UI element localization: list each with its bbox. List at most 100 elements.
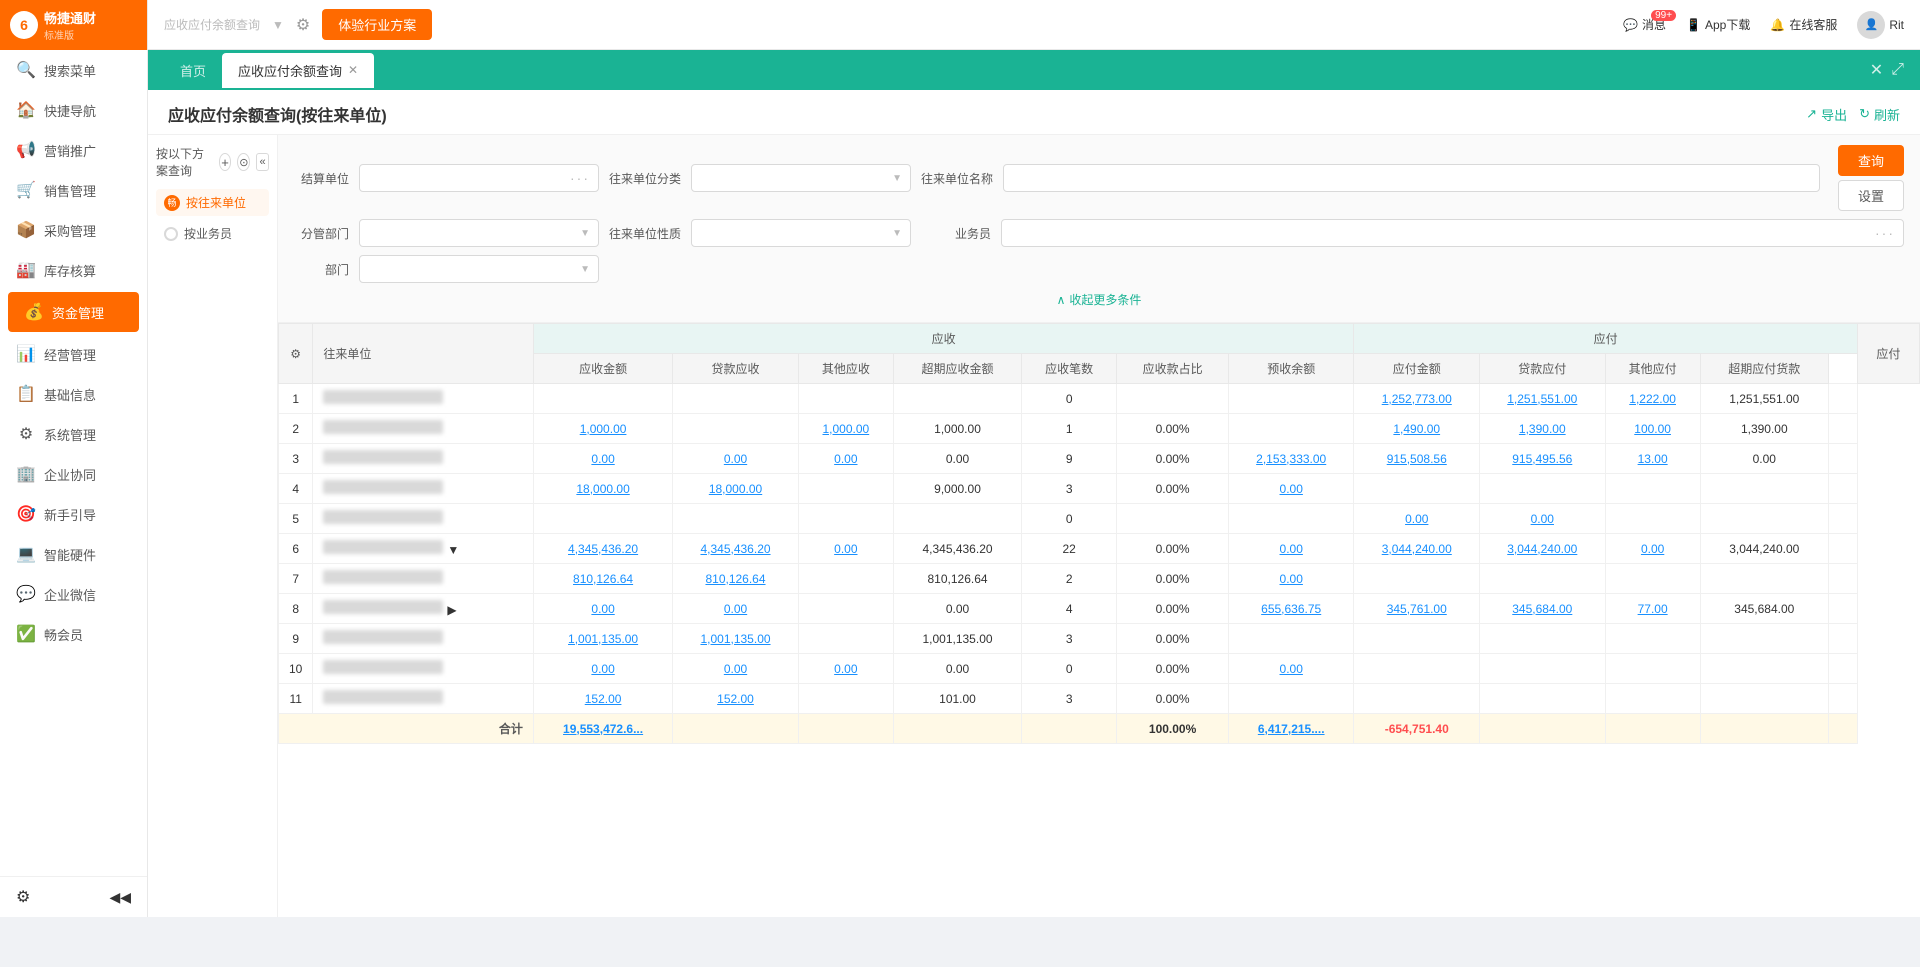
query-mode-by-unit[interactable]: 畅 按往来单位 (156, 189, 269, 216)
row-loan-ap[interactable]: 1,251,551.00 (1480, 384, 1606, 414)
app-download-button[interactable]: 📱 App下载 (1686, 16, 1750, 33)
row-other-ar[interactable]: 0.00 (798, 534, 893, 564)
set-button[interactable]: 设置 (1838, 180, 1904, 211)
query-settings-btn[interactable]: ⊙ (237, 153, 250, 171)
row-loan-ar[interactable]: 18,000.00 (673, 474, 799, 504)
row-loan-ar[interactable]: 1,001,135.00 (673, 624, 799, 654)
sidebar-logo: 6 畅捷通财 标准版 (0, 0, 147, 50)
row-loan-ap[interactable]: 0.00 (1480, 504, 1606, 534)
refresh-button[interactable]: ↻ 刷新 (1859, 105, 1900, 124)
sidebar-item-inventory[interactable]: 🏭 库存核算 (0, 250, 147, 290)
query-collapse-btn[interactable]: « (256, 153, 269, 171)
sidebar-item-label: 企业协同 (44, 465, 96, 484)
settlement-unit-input[interactable]: ··· (359, 164, 599, 192)
row-loan-ap[interactable]: 915,495.56 (1480, 444, 1606, 474)
department-input[interactable]: ▼ (359, 255, 599, 283)
partner-name-input[interactable] (1003, 164, 1820, 192)
row-other-ap[interactable]: 100.00 (1605, 414, 1700, 444)
sidebar-item-search-menu[interactable]: 🔍 搜索菜单 (0, 50, 147, 90)
sidebar-item-system[interactable]: ⚙ 系统管理 (0, 414, 147, 454)
row-ap-amount[interactable]: 1,490.00 (1354, 414, 1480, 444)
query-mode-by-staff[interactable]: 按业务员 (156, 220, 269, 247)
row-ar-amount[interactable]: 0.00 (533, 444, 672, 474)
salesperson-input[interactable]: ··· (1001, 219, 1904, 247)
row-other-ar[interactable]: 1,000.00 (798, 414, 893, 444)
solution-button[interactable]: 体验行业方案 (322, 9, 432, 40)
row-loan-ar[interactable]: 810,126.64 (673, 564, 799, 594)
row-prepay-balance[interactable]: 0.00 (1228, 564, 1354, 594)
sidebar-bottom[interactable]: ⚙ ◀◀ (0, 876, 147, 917)
partner-category-input[interactable]: ▼ (691, 164, 911, 192)
export-button[interactable]: ↗ 导出 (1806, 105, 1847, 124)
topbar-gear-icon[interactable]: ⚙ (296, 15, 310, 35)
row-ar-amount[interactable]: 152.00 (533, 684, 672, 714)
online-service-button[interactable]: 🔔 在线客服 (1770, 16, 1837, 33)
tab-maximize-button[interactable]: ⤢ (1891, 60, 1904, 80)
sidebar-item-sales[interactable]: 🛒 销售管理 (0, 170, 147, 210)
row-prepay-balance[interactable]: 0.00 (1228, 654, 1354, 684)
sidebar-item-finance[interactable]: 💰 资金管理 (8, 292, 139, 332)
partner-nature-input[interactable]: ▼ (691, 219, 911, 247)
collapse-bottom-icon: ◀◀ (109, 889, 131, 906)
row-prepay-balance[interactable]: 0.00 (1228, 534, 1354, 564)
query-button[interactable]: 查询 (1838, 145, 1904, 176)
tab-close-icon[interactable]: ✕ (348, 63, 358, 77)
row-ap-amount[interactable]: 3,044,240.00 (1354, 534, 1480, 564)
row-ar-amount[interactable]: 18,000.00 (533, 474, 672, 504)
row-loan-ap[interactable]: 3,044,240.00 (1480, 534, 1606, 564)
tab-home[interactable]: 首页 (164, 53, 222, 88)
row-loan-ap[interactable]: 1,390.00 (1480, 414, 1606, 444)
sidebar-item-base-info[interactable]: 📋 基础信息 (0, 374, 147, 414)
row-ap-amount[interactable]: 915,508.56 (1354, 444, 1480, 474)
row-other-ap[interactable]: 1,222.00 (1605, 384, 1700, 414)
row-ar-amount[interactable]: 0.00 (533, 654, 672, 684)
user-avatar[interactable]: 👤 Rit (1857, 11, 1904, 39)
total-ar-amount[interactable]: 19,553,472.6... (533, 714, 672, 744)
row-ar-amount[interactable]: 1,001,135.00 (533, 624, 672, 654)
row-loan-ap[interactable]: 345,684.00 (1480, 594, 1606, 624)
row-ap-amount[interactable]: 345,761.00 (1354, 594, 1480, 624)
row-loan-ar[interactable]: 0.00 (673, 594, 799, 624)
messages-button[interactable]: 💬 消息 99+ (1623, 16, 1666, 33)
row-other-ap[interactable]: 0.00 (1605, 534, 1700, 564)
row-loan-ar[interactable]: 152.00 (673, 684, 799, 714)
sidebar-item-business[interactable]: 📊 经营管理 (0, 334, 147, 374)
sidebar-item-enterprise[interactable]: 🏢 企业协同 (0, 454, 147, 494)
row-other-ap[interactable]: 13.00 (1605, 444, 1700, 474)
row-ap-amount[interactable]: 1,252,773.00 (1354, 384, 1480, 414)
sidebar-item-member[interactable]: ✅ 畅会员 (0, 614, 147, 654)
total-other-ar (798, 714, 893, 744)
row-loan-ar[interactable]: 0.00 (673, 444, 799, 474)
topbar-dropdown-icon[interactable]: ▼ (272, 18, 284, 32)
row-ar-amount[interactable]: 4,345,436.20 (533, 534, 672, 564)
row-loan-ar[interactable]: 0.00 (673, 654, 799, 684)
row-overdue-ap (1700, 624, 1828, 654)
table-settings-header[interactable]: ⚙ (279, 324, 313, 384)
collapse-bar[interactable]: ∧ 收起更多条件 (294, 287, 1904, 312)
sidebar-item-quick-nav[interactable]: 🏠 快捷导航 (0, 90, 147, 130)
row-ar-amount[interactable]: 0.00 (533, 594, 672, 624)
total-prepay-balance[interactable]: 6,417,215.... (1228, 714, 1354, 744)
row-other-ar[interactable]: 0.00 (798, 444, 893, 474)
row-prepay-balance[interactable]: 0.00 (1228, 474, 1354, 504)
row-other-ap[interactable]: 77.00 (1605, 594, 1700, 624)
managing-dept-input[interactable]: ▼ (359, 219, 599, 247)
sidebar-item-smart-hw[interactable]: 💻 智能硬件 (0, 534, 147, 574)
row-prepay-balance[interactable]: 655,636.75 (1228, 594, 1354, 624)
row-loan-ar[interactable]: 4,345,436.20 (673, 534, 799, 564)
sidebar-item-purchase[interactable]: 📦 采购管理 (0, 210, 147, 250)
row-other-ap (1605, 624, 1700, 654)
add-query-btn[interactable]: + (219, 153, 232, 171)
row-ap-amount[interactable]: 0.00 (1354, 504, 1480, 534)
row-ar-amount[interactable]: 810,126.64 (533, 564, 672, 594)
row-prepay-balance[interactable]: 2,153,333.00 (1228, 444, 1354, 474)
row-other-ar[interactable]: 0.00 (798, 654, 893, 684)
purchase-icon: 📦 (16, 220, 36, 240)
row-other-ap (1605, 684, 1700, 714)
tab-close-window-button[interactable]: ✕ (1870, 60, 1883, 80)
row-ar-amount[interactable]: 1,000.00 (533, 414, 672, 444)
tab-ar-ap-query[interactable]: 应收应付余额查询 ✕ (222, 53, 374, 88)
sidebar-item-marketing[interactable]: 📢 营销推广 (0, 130, 147, 170)
sidebar-item-wechat[interactable]: 💬 企业微信 (0, 574, 147, 614)
sidebar-item-guide[interactable]: 🎯 新手引导 (0, 494, 147, 534)
